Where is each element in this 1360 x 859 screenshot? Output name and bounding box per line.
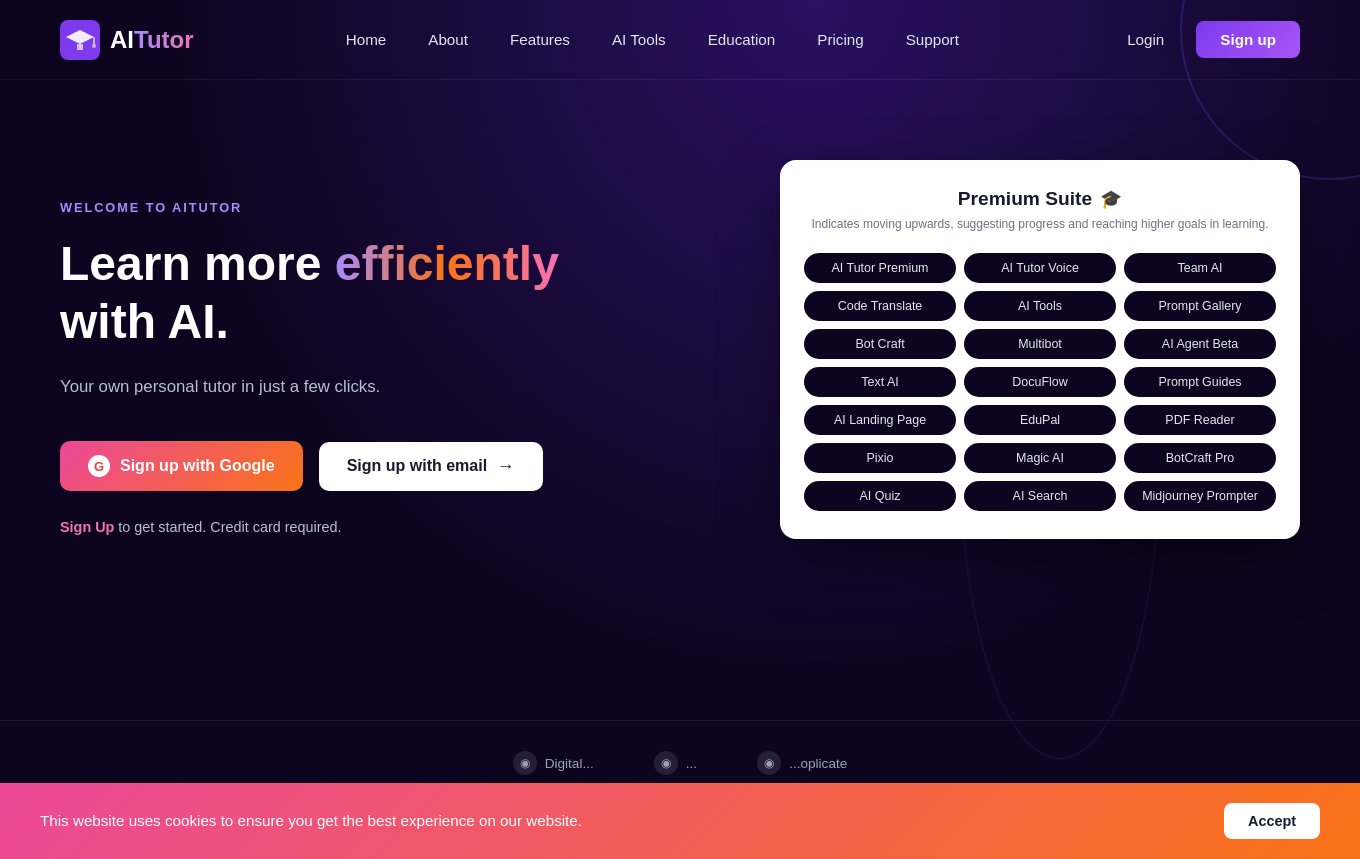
svg-rect-3	[93, 37, 95, 45]
feature-chip: AI Search	[964, 481, 1116, 511]
feature-chip: Text AI	[804, 367, 956, 397]
grad-cap-icon: 🎓	[1100, 189, 1122, 210]
premium-card-title: Premium Suite 🎓	[804, 188, 1276, 210]
feature-chip: Prompt Gallery	[1124, 291, 1276, 321]
footer-item-3: ◉ ...oplicate	[757, 751, 847, 775]
nav-support[interactable]: Support	[890, 23, 975, 56]
feature-chip: AI Tutor Voice	[964, 253, 1116, 283]
cookie-accept-button[interactable]: Accept	[1224, 803, 1320, 839]
premium-suite-card: Premium Suite 🎓 Indicates moving upwards…	[780, 160, 1300, 539]
hero-title-end: with AI.	[60, 295, 229, 348]
feature-chip: Prompt Guides	[1124, 367, 1276, 397]
hero-section: WELCOME TO AITUTOR Learn more efficientl…	[0, 80, 1360, 720]
logo-text: AITutor	[110, 26, 194, 54]
premium-card-header: Premium Suite 🎓 Indicates moving upwards…	[804, 188, 1276, 233]
feature-chip: AI Landing Page	[804, 405, 956, 435]
signup-note-link[interactable]: Sign Up	[60, 519, 114, 535]
hero-title-highlight: efficiently	[335, 237, 559, 290]
logo-icon	[60, 20, 100, 60]
login-button[interactable]: Login	[1111, 23, 1180, 56]
signup-note: Sign Up to get started. Credit card requ…	[60, 519, 580, 535]
nav-education[interactable]: Education	[692, 23, 792, 56]
feature-chip: PDF Reader	[1124, 405, 1276, 435]
feature-chip: Bot Craft	[804, 329, 956, 359]
cta-buttons: G Sign up with Google Sign up with email…	[60, 441, 580, 491]
footer-icon-1: ◉	[513, 751, 537, 775]
features-grid: AI Tutor Premium AI Tutor Voice Team AI Cod…	[804, 253, 1276, 511]
premium-card-subtitle: Indicates moving upwards, suggesting pro…	[804, 216, 1276, 233]
feature-chip: Magic AI	[964, 443, 1116, 473]
cookie-message: This website uses cookies to ensure you …	[40, 810, 1204, 833]
feature-chip: AI Agent Beta	[1124, 329, 1276, 359]
signup-nav-button[interactable]: Sign up	[1196, 21, 1300, 58]
feature-chip: Midjourney Prompter	[1124, 481, 1276, 511]
google-icon: G	[88, 455, 110, 477]
feature-chip: AI Tools	[964, 291, 1116, 321]
logo-link[interactable]: AITutor	[60, 20, 194, 60]
feature-chip: Team AI	[1124, 253, 1276, 283]
hero-right: Premium Suite 🎓 Indicates moving upwards…	[780, 160, 1300, 539]
nav-actions: Login Sign up	[1111, 21, 1300, 58]
signup-note-text: to get started. Credit card required.	[114, 519, 341, 535]
footer-icon-2: ◉	[654, 751, 678, 775]
nav-pricing[interactable]: Pricing	[801, 23, 879, 56]
arrow-right-icon: →	[497, 456, 515, 477]
feature-chip: Pixio	[804, 443, 956, 473]
signup-google-button[interactable]: G Sign up with Google	[60, 441, 303, 491]
svg-rect-2	[77, 44, 83, 50]
footer-item-1: ◉ Digital...	[513, 751, 594, 775]
signup-email-button[interactable]: Sign up with email →	[319, 442, 543, 491]
hero-left: WELCOME TO AITUTOR Learn more efficientl…	[60, 160, 580, 535]
hero-title: Learn more efficiently with AI.	[60, 235, 580, 350]
feature-chip: AI Quiz	[804, 481, 956, 511]
feature-chip: EduPal	[964, 405, 1116, 435]
nav-links: Home About Features AI Tools Education P…	[330, 31, 975, 49]
feature-chip: DocuFlow	[964, 367, 1116, 397]
hero-subtitle: Your own personal tutor in just a few cl…	[60, 374, 580, 401]
nav-home[interactable]: Home	[330, 23, 403, 56]
hero-title-start: Learn more	[60, 237, 335, 290]
navbar: AITutor Home About Features AI Tools Edu…	[0, 0, 1360, 80]
feature-chip: AI Tutor Premium	[804, 253, 956, 283]
cookie-banner: This website uses cookies to ensure you …	[0, 783, 1360, 859]
nav-about[interactable]: About	[412, 23, 484, 56]
feature-chip: BotCraft Pro	[1124, 443, 1276, 473]
nav-ai-tools[interactable]: AI Tools	[596, 23, 682, 56]
nav-features[interactable]: Features	[494, 23, 586, 56]
welcome-label: WELCOME TO AITUTOR	[60, 200, 580, 215]
footer-icon-3: ◉	[757, 751, 781, 775]
svg-point-4	[92, 44, 96, 48]
feature-chip: Multibot	[964, 329, 1116, 359]
feature-chip: Code Translate	[804, 291, 956, 321]
footer-item-2: ◉ ...	[654, 751, 697, 775]
